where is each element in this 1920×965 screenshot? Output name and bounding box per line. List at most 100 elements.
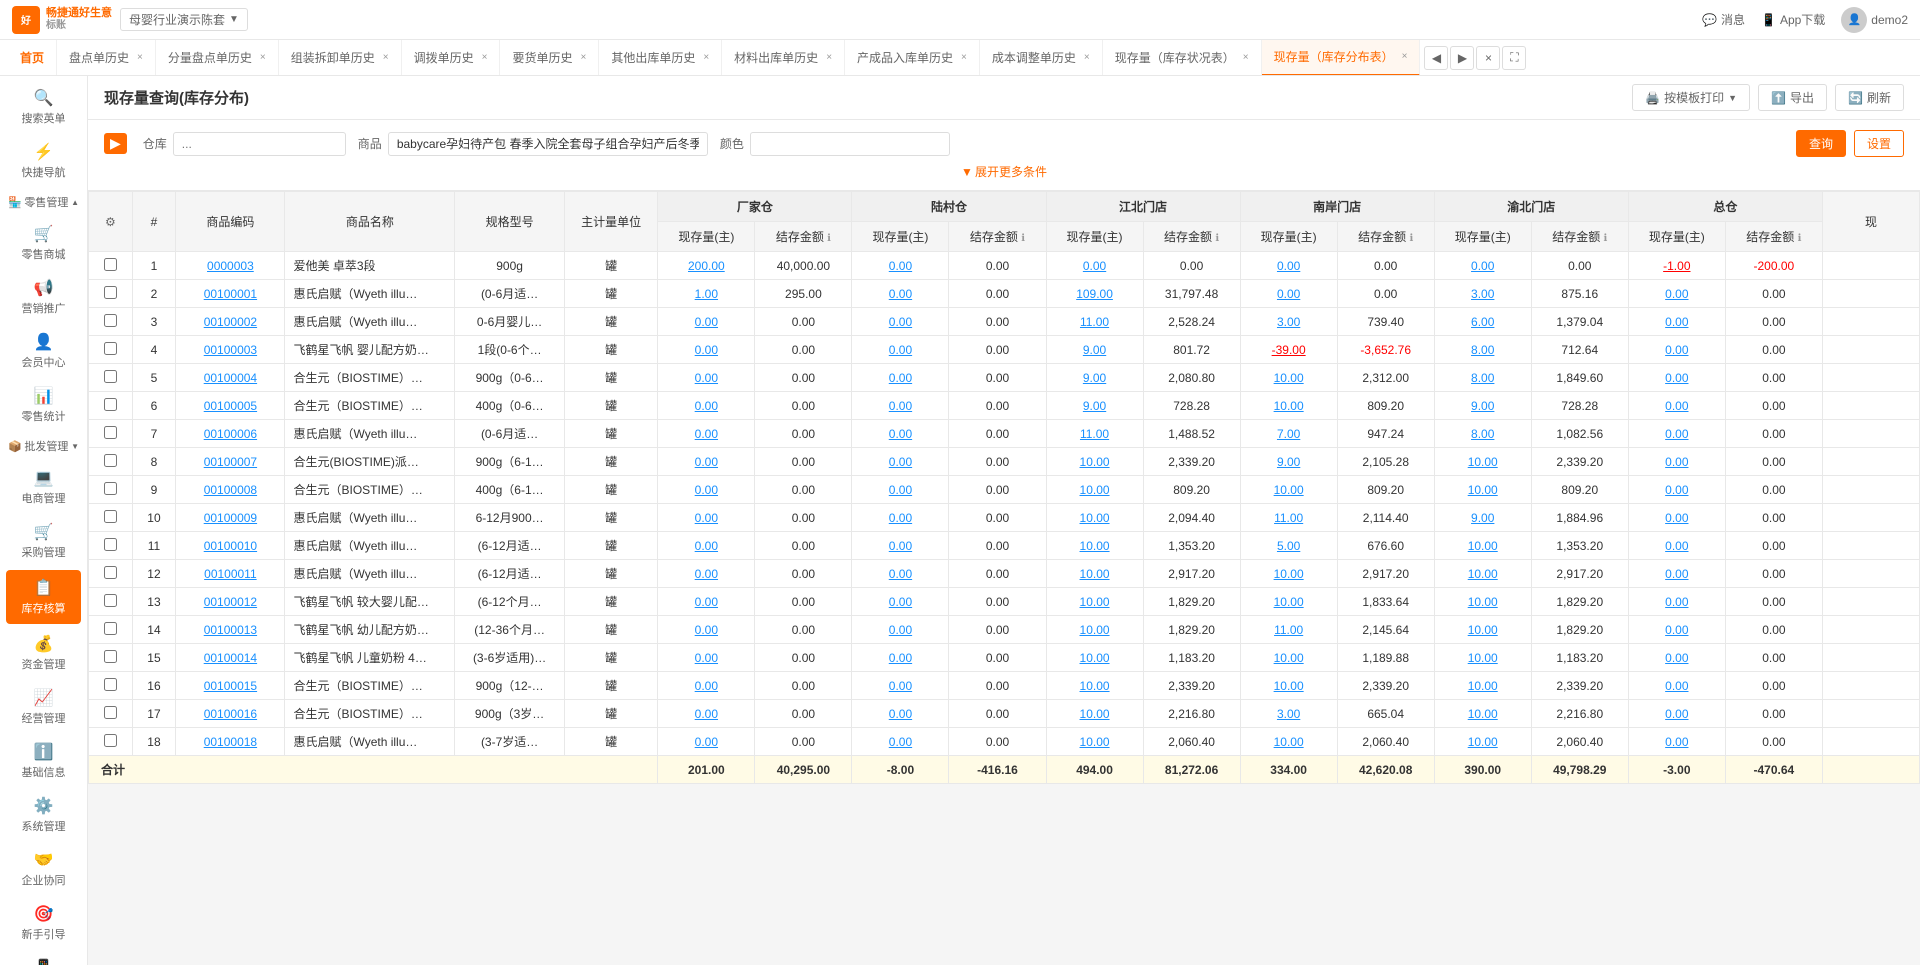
row-checkbox[interactable] <box>104 734 117 747</box>
sidebar-item-retail-mall[interactable]: 🛒 零售商城 <box>0 216 87 270</box>
cf-qty-link[interactable]: 0.00 <box>695 371 718 385</box>
cell-check[interactable] <box>89 364 133 392</box>
cell-check[interactable] <box>89 476 133 504</box>
jb-qty-link[interactable]: 10.00 <box>1080 623 1110 637</box>
yb-qty-link[interactable]: 8.00 <box>1471 427 1494 441</box>
tab-inventory-check-history[interactable]: 盘点单历史 × <box>57 40 156 76</box>
jb-qty-link[interactable]: 10.00 <box>1080 735 1110 749</box>
yb-qty-link[interactable]: 10.00 <box>1468 623 1498 637</box>
tab-other-out[interactable]: 其他出库单历史 × <box>599 40 722 76</box>
settings-btn[interactable]: 设置 <box>1854 130 1904 157</box>
tab-split-inventory[interactable]: 分量盘点单历史 × <box>156 40 279 76</box>
jb-qty-link[interactable]: 11.00 <box>1080 427 1109 441</box>
app-download-btn[interactable]: 📱 App下载 <box>1761 11 1825 28</box>
cf-qty-link[interactable]: 0.00 <box>695 315 718 329</box>
tab-fullscreen-btn[interactable]: ⛶ <box>1502 46 1526 70</box>
lc-qty-link[interactable]: 0.00 <box>889 427 912 441</box>
row-checkbox[interactable] <box>104 286 117 299</box>
tab-next-btn[interactable]: ▶ <box>1450 46 1474 70</box>
cf-qty-link[interactable]: 0.00 <box>695 707 718 721</box>
cf-qty-link[interactable]: 0.00 <box>695 539 718 553</box>
total-qty-link[interactable]: 0.00 <box>1665 511 1688 525</box>
na-qty-link[interactable]: -39.00 <box>1272 343 1306 357</box>
na-qty-link[interactable]: 10.00 <box>1274 679 1304 693</box>
color-input[interactable] <box>750 132 950 156</box>
yb-qty-link[interactable]: 10.00 <box>1468 735 1498 749</box>
jb-qty-link[interactable]: 10.00 <box>1080 595 1110 609</box>
na-qty-link[interactable]: 10.00 <box>1274 371 1304 385</box>
yb-amt-info[interactable]: ℹ <box>1604 233 1608 244</box>
jb-qty-link[interactable]: 109.00 <box>1076 287 1113 301</box>
jb-qty-link[interactable]: 10.00 <box>1080 679 1110 693</box>
goods-input[interactable] <box>388 132 708 156</box>
cell-check[interactable] <box>89 532 133 560</box>
yb-qty-link[interactable]: 10.00 <box>1468 483 1498 497</box>
sidebar-item-inventory[interactable]: 📋 库存核算 <box>6 570 81 624</box>
close-icon[interactable]: × <box>383 52 389 63</box>
total-qty-link[interactable]: 0.00 <box>1665 483 1688 497</box>
cell-check[interactable] <box>89 252 133 280</box>
sidebar-item-app-center[interactable]: 📱 应用中心 <box>0 950 87 965</box>
code-link[interactable]: 00100011 <box>204 567 257 581</box>
total-amt-info[interactable]: ℹ <box>1798 233 1802 244</box>
code-link[interactable]: 00100012 <box>204 595 257 609</box>
yb-qty-link[interactable]: 10.00 <box>1468 567 1498 581</box>
na-qty-link[interactable]: 10.00 <box>1274 399 1304 413</box>
cf-qty-link[interactable]: 0.00 <box>695 343 718 357</box>
cell-check[interactable] <box>89 504 133 532</box>
close-icon[interactable]: × <box>1243 52 1249 63</box>
total-qty-link[interactable]: 0.00 <box>1665 287 1688 301</box>
cf-qty-link[interactable]: 0.00 <box>695 623 718 637</box>
sidebar-item-ecommerce[interactable]: 💻 电商管理 <box>0 460 87 514</box>
row-checkbox[interactable] <box>104 510 117 523</box>
cell-check[interactable] <box>89 448 133 476</box>
total-qty-link[interactable]: 0.00 <box>1665 539 1688 553</box>
code-link[interactable]: 00100004 <box>204 371 257 385</box>
cf-amt-info[interactable]: ℹ <box>827 233 831 244</box>
cf-qty-link[interactable]: 0.00 <box>695 511 718 525</box>
jb-qty-link[interactable]: 11.00 <box>1080 315 1109 329</box>
row-checkbox[interactable] <box>104 398 117 411</box>
sidebar-item-operations[interactable]: 📈 经营管理 <box>0 680 87 734</box>
jb-qty-link[interactable]: 10.00 <box>1080 455 1110 469</box>
cf-qty-link[interactable]: 0.00 <box>695 399 718 413</box>
cf-qty-link[interactable]: 1.00 <box>695 287 718 301</box>
total-qty-link[interactable]: 0.00 <box>1665 315 1688 329</box>
na-qty-link[interactable]: 11.00 <box>1274 511 1303 525</box>
yb-qty-link[interactable]: 9.00 <box>1471 399 1494 413</box>
sidebar-item-member[interactable]: 👤 会员中心 <box>0 324 87 378</box>
refresh-btn[interactable]: 🔄 刷新 <box>1835 84 1904 111</box>
lc-qty-link[interactable]: 0.00 <box>889 707 912 721</box>
cf-qty-link[interactable]: 0.00 <box>695 427 718 441</box>
tab-cost-adjust[interactable]: 成本调整单历史 × <box>980 40 1103 76</box>
jb-qty-link[interactable]: 10.00 <box>1080 539 1110 553</box>
total-qty-link[interactable]: 0.00 <box>1665 595 1688 609</box>
jb-qty-link[interactable]: 0.00 <box>1083 259 1106 273</box>
lc-qty-link[interactable]: 0.00 <box>889 539 912 553</box>
total-qty-link[interactable]: 0.00 <box>1665 567 1688 581</box>
na-qty-link[interactable]: 0.00 <box>1277 287 1300 301</box>
expand-conditions-btn[interactable]: ▼ 展开更多条件 <box>961 163 1047 180</box>
tab-stock-status[interactable]: 现存量（库存状况表） × <box>1103 40 1262 76</box>
tab-order[interactable]: 要货单历史 × <box>500 40 599 76</box>
sidebar-item-finance[interactable]: 💰 资金管理 <box>0 626 87 680</box>
sidebar-item-marketing[interactable]: 📢 营销推广 <box>0 270 87 324</box>
jb-qty-link[interactable]: 10.00 <box>1080 567 1110 581</box>
row-checkbox[interactable] <box>104 454 117 467</box>
cell-check[interactable] <box>89 420 133 448</box>
cf-qty-link[interactable]: 0.00 <box>695 483 718 497</box>
close-icon[interactable]: × <box>1402 51 1408 62</box>
lc-qty-link[interactable]: 0.00 <box>889 651 912 665</box>
close-icon[interactable]: × <box>482 52 488 63</box>
yb-qty-link[interactable]: 10.00 <box>1468 455 1498 469</box>
close-icon[interactable]: × <box>137 52 143 63</box>
code-link[interactable]: 00100018 <box>204 735 257 749</box>
cell-check[interactable] <box>89 644 133 672</box>
cell-check[interactable] <box>89 280 133 308</box>
tab-home[interactable]: 首页 <box>8 40 57 76</box>
yb-qty-link[interactable]: 10.00 <box>1468 651 1498 665</box>
total-qty-link[interactable]: 0.00 <box>1665 371 1688 385</box>
code-link[interactable]: 00100014 <box>204 651 257 665</box>
lc-amt-info[interactable]: ℹ <box>1021 233 1025 244</box>
cell-check[interactable] <box>89 588 133 616</box>
